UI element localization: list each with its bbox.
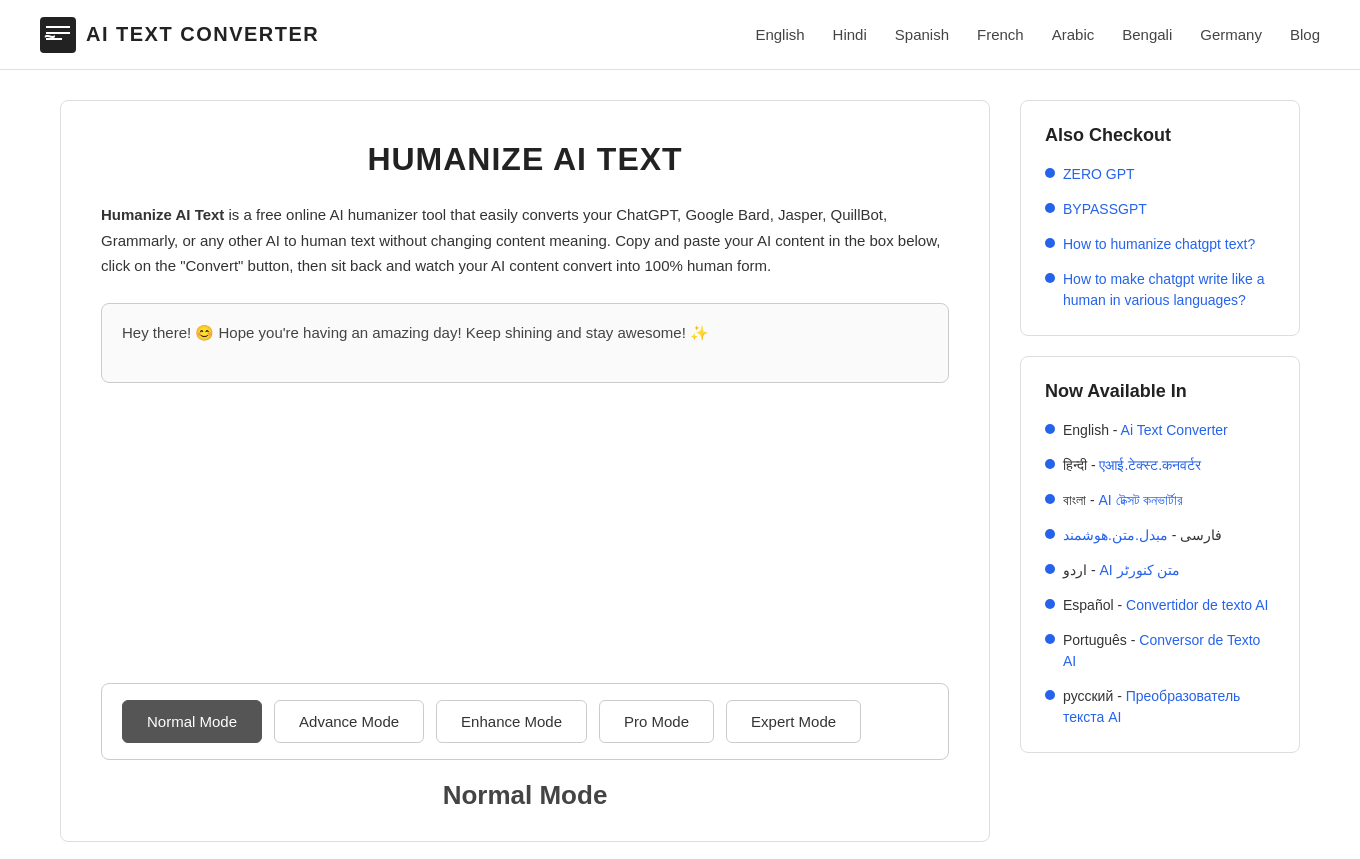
bullet-icon xyxy=(1045,238,1055,248)
list-item: How to humanize chatgpt text? xyxy=(1045,234,1275,255)
description: Humanize AI Text is a free online AI hum… xyxy=(101,202,949,279)
lang-label: English - xyxy=(1063,422,1121,438)
list-item: اردو - AI متن کنورٹر xyxy=(1045,560,1275,581)
also-checkout-list: ZERO GPT BYPASSGPT How to humanize chatgpt… xyxy=(1045,164,1275,311)
main-container: HUMANIZE AI TEXT Humanize AI Text is a f… xyxy=(40,100,1320,842)
now-available-title: Now Available In xyxy=(1045,381,1275,402)
available-item-text: فارسی - مبدل.متن.هوشمند xyxy=(1063,525,1222,546)
nav-link-bengali[interactable]: Bengali xyxy=(1122,26,1172,43)
available-link[interactable]: AI টেক্সট কনভার্টার xyxy=(1098,492,1183,508)
lang-label: فارسی - xyxy=(1168,527,1222,543)
mode-tabs: Normal Mode Advance Mode Enhance Mode Pro M… xyxy=(122,700,928,743)
nav-link-spanish[interactable]: Spanish xyxy=(895,26,949,43)
available-link[interactable]: مبدل.متن.هوشمند xyxy=(1063,527,1168,543)
bullet-icon xyxy=(1045,494,1055,504)
checkout-link[interactable]: How to make chatgpt write like a human i… xyxy=(1063,269,1275,311)
lang-label: русский - xyxy=(1063,688,1126,704)
nav-link-french[interactable]: French xyxy=(977,26,1024,43)
available-item-text: हिन्दी - एआई.टेक्स्ट.कनवर्टर xyxy=(1063,455,1201,476)
section-heading: Normal Mode xyxy=(101,780,949,811)
header: ~ AI TEXT CONVERTER English Hindi Spanish F… xyxy=(0,0,1360,70)
logo-text: AI TEXT CONVERTER xyxy=(86,23,319,46)
nav: English Hindi Spanish French Arabic Bengali Ge… xyxy=(755,26,1320,43)
lang-label: हिन्दी - xyxy=(1063,457,1099,473)
available-link[interactable]: एआई.टेक्स्ट.कनवर्टर xyxy=(1099,457,1201,473)
bullet-icon xyxy=(1045,529,1055,539)
available-item-text: اردو - AI متن کنورٹر xyxy=(1063,560,1180,581)
checkout-link[interactable]: BYPASSGPT xyxy=(1063,199,1147,220)
content-area: HUMANIZE AI TEXT Humanize AI Text is a f… xyxy=(60,100,990,842)
now-available-box: Now Available In English - Ai Text Conve… xyxy=(1020,356,1300,753)
list-item: How to make chatgpt write like a human i… xyxy=(1045,269,1275,311)
mode-tab-pro-mode[interactable]: Pro Mode xyxy=(599,700,714,743)
available-link[interactable]: AI متن کنورٹر xyxy=(1099,562,1180,578)
nav-link-arabic[interactable]: Arabic xyxy=(1052,26,1095,43)
available-item-text: English - Ai Text Converter xyxy=(1063,420,1228,441)
nav-link-english[interactable]: English xyxy=(755,26,804,43)
logo-icon: ~ xyxy=(40,17,76,53)
available-link[interactable]: Convertidor de texto AI xyxy=(1126,597,1268,613)
bullet-icon xyxy=(1045,168,1055,178)
lang-label: বাংলা - xyxy=(1063,492,1098,508)
nav-link-germany[interactable]: Germany xyxy=(1200,26,1262,43)
available-link[interactable]: Ai Text Converter xyxy=(1121,422,1228,438)
mode-tab-normal-mode[interactable]: Normal Mode xyxy=(122,700,262,743)
bullet-icon xyxy=(1045,424,1055,434)
checkout-link[interactable]: ZERO GPT xyxy=(1063,164,1135,185)
mode-tab-enhance-mode[interactable]: Enhance Mode xyxy=(436,700,587,743)
description-bold: Humanize AI Text xyxy=(101,206,224,223)
page-title: HUMANIZE AI TEXT xyxy=(101,141,949,178)
also-checkout-title: Also Checkout xyxy=(1045,125,1275,146)
now-available-list: English - Ai Text Converter हिन्दी - एआई.… xyxy=(1045,420,1275,728)
list-item: English - Ai Text Converter xyxy=(1045,420,1275,441)
sidebar: Also Checkout ZERO GPT BYPASSGPT How to hu… xyxy=(1020,100,1300,842)
available-item-text: Português - Conversor de Texto AI xyxy=(1063,630,1275,672)
mode-tab-advance-mode[interactable]: Advance Mode xyxy=(274,700,424,743)
logo[interactable]: ~ AI TEXT CONVERTER xyxy=(40,17,319,53)
mode-tab-expert-mode[interactable]: Expert Mode xyxy=(726,700,861,743)
list-item: BYPASSGPT xyxy=(1045,199,1275,220)
list-item: Español - Convertidor de texto AI xyxy=(1045,595,1275,616)
spacer xyxy=(101,403,949,683)
available-item-text: বাংলা - AI টেক্সট কনভার্টার xyxy=(1063,490,1183,511)
bullet-icon xyxy=(1045,273,1055,283)
available-item-text: Español - Convertidor de texto AI xyxy=(1063,595,1268,616)
list-item: русский - Преобразователь текста AI xyxy=(1045,686,1275,728)
available-item-text: русский - Преобразователь текста AI xyxy=(1063,686,1275,728)
lang-label: Español - xyxy=(1063,597,1126,613)
checkout-link[interactable]: How to humanize chatgpt text? xyxy=(1063,234,1255,255)
also-checkout-box: Also Checkout ZERO GPT BYPASSGPT How to hu… xyxy=(1020,100,1300,336)
svg-text:~: ~ xyxy=(44,25,56,47)
lang-label: Português - xyxy=(1063,632,1139,648)
text-input[interactable]: Hey there! 😊 Hope you're having an amazi… xyxy=(101,303,949,383)
bullet-icon xyxy=(1045,564,1055,574)
list-item: Português - Conversor de Texto AI xyxy=(1045,630,1275,672)
list-item: فارسی - مبدل.متن.هوشمند xyxy=(1045,525,1275,546)
bullet-icon xyxy=(1045,203,1055,213)
bullet-icon xyxy=(1045,459,1055,469)
input-text: Hey there! 😊 Hope you're having an amazi… xyxy=(122,324,709,341)
nav-link-blog[interactable]: Blog xyxy=(1290,26,1320,43)
bullet-icon xyxy=(1045,599,1055,609)
bullet-icon xyxy=(1045,690,1055,700)
list-item: हिन्दी - एआई.टेक्स्ट.कनवर्टर xyxy=(1045,455,1275,476)
list-item: বাংলা - AI টেক্সট কনভার্টার xyxy=(1045,490,1275,511)
bullet-icon xyxy=(1045,634,1055,644)
lang-label: اردو - xyxy=(1063,562,1099,578)
description-rest: is a free online AI humanizer tool that … xyxy=(101,206,940,274)
nav-link-hindi[interactable]: Hindi xyxy=(833,26,867,43)
mode-tabs-wrapper: Normal Mode Advance Mode Enhance Mode Pro M… xyxy=(101,683,949,760)
list-item: ZERO GPT xyxy=(1045,164,1275,185)
